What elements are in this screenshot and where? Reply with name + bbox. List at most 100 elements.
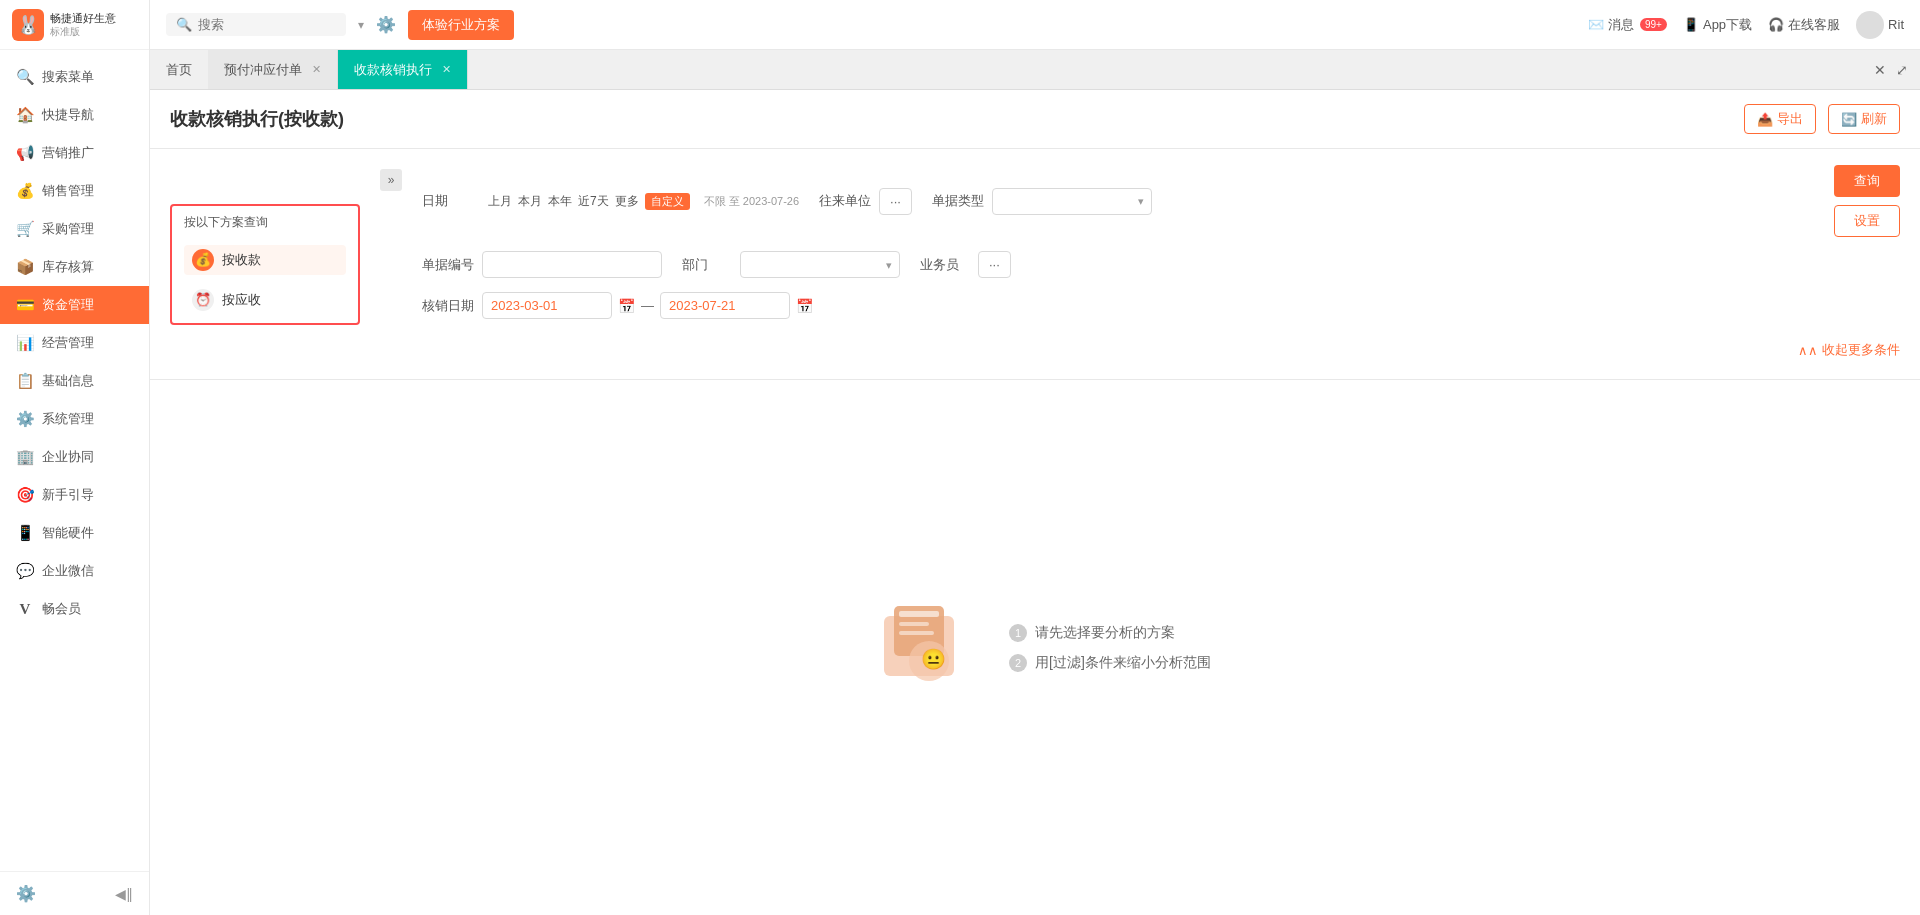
date-custom-tag: 自定义 [645, 193, 690, 210]
online-service-button[interactable]: 🎧 在线客服 [1768, 16, 1840, 34]
app-icon: 📱 [1683, 17, 1699, 32]
doc-number-input[interactable] [482, 251, 662, 278]
sidebar-item-operation[interactable]: 📊 经营管理 [0, 324, 149, 362]
verify-date-start-calendar-icon[interactable]: 📅 [618, 298, 635, 314]
collapse-more-button[interactable]: ∧∧ 收起更多条件 [422, 337, 1900, 363]
empty-step-1: 1 请先选择要分析的方案 [1009, 624, 1211, 642]
sidebar-item-enterprise[interactable]: 🏢 企业协同 [0, 438, 149, 476]
verify-date-label: 核销日期 [422, 297, 474, 315]
tab-bar: 首页 预付冲应付单 ✕ 收款核销执行 ✕ ✕ ⤢ [150, 50, 1920, 90]
page-title: 收款核销执行(按收款) [170, 107, 344, 131]
doc-type-field-group: 单据类型 [932, 188, 1152, 215]
user-name: Rit [1888, 17, 1904, 32]
verify-date-end-calendar-icon[interactable]: 📅 [796, 298, 813, 314]
date-more[interactable]: 更多 [615, 193, 639, 210]
step-2-num: 2 [1009, 654, 1027, 672]
logo-icon: 🐰 [12, 9, 44, 41]
search-chevron-icon: ▾ [358, 18, 364, 32]
by-receivable-label: 按应收 [222, 291, 261, 309]
salesperson-input[interactable]: ··· [978, 251, 1011, 278]
sidebar-item-guide[interactable]: 🎯 新手引导 [0, 476, 149, 514]
date-last-month[interactable]: 上月 [488, 193, 512, 210]
search-icon: 🔍 [176, 17, 192, 32]
date-shortcuts: 上月 本月 本年 近7天 更多 自定义 [488, 193, 690, 210]
member-icon: V [16, 601, 34, 618]
system-icon: ⚙️ [16, 410, 34, 428]
sidebar-item-sales[interactable]: 💰 销售管理 [0, 172, 149, 210]
sidebar-item-search-menu[interactable]: 🔍 搜索菜单 [0, 58, 149, 96]
hardware-icon: 📱 [16, 524, 34, 542]
tab-receipt-verify-label: 收款核销执行 [354, 61, 432, 79]
logo-text: 畅捷通好生意 标准版 [50, 11, 116, 38]
query-button[interactable]: 查询 [1834, 165, 1900, 197]
query-btn-area: 查询 设置 [1834, 165, 1900, 237]
service-icon: 🎧 [1768, 17, 1784, 32]
doc-type-select[interactable] [992, 188, 1152, 215]
tab-close-all-icon[interactable]: ✕ [1874, 62, 1886, 78]
page-title-row: 收款核销执行(按收款) 📤 导出 🔄 刷新 [170, 104, 1900, 134]
svg-rect-3 [899, 622, 929, 626]
step-2-text: 用[过滤]条件来缩小分析范围 [1035, 654, 1211, 672]
filter-collapse-button[interactable]: » [380, 169, 402, 191]
sidebar-item-funds[interactable]: 💳 资金管理 [0, 286, 149, 324]
date-note: 不限 至 2023-07-26 [704, 194, 799, 209]
verify-date-range: 📅 — 📅 [482, 292, 813, 319]
sidebar-nav: 🔍 搜索菜单 🏠 快捷导航 📢 营销推广 💰 销售管理 🛒 采购管理 📦 库存核… [0, 50, 149, 871]
counterparty-input[interactable]: ··· [879, 188, 912, 215]
app-download-button[interactable]: 📱 App下载 [1683, 16, 1752, 34]
export-button[interactable]: 📤 导出 [1744, 104, 1816, 134]
sidebar-item-inventory[interactable]: 📦 库存核算 [0, 248, 149, 286]
sidebar-item-purchase[interactable]: 🛒 采购管理 [0, 210, 149, 248]
search-menu-icon: 🔍 [16, 68, 34, 86]
verify-date-dash: — [641, 298, 654, 313]
sidebar-item-member[interactable]: V 畅会员 [0, 590, 149, 628]
tab-prepay-close-icon[interactable]: ✕ [312, 63, 321, 76]
department-select[interactable] [740, 251, 900, 278]
refresh-button[interactable]: 🔄 刷新 [1828, 104, 1900, 134]
filter-row-1: 按以下方案查询 💰 按收款 ⏰ 按应收 » [170, 165, 1900, 363]
tab-receipt-verify[interactable]: 收款核销执行 ✕ [338, 50, 468, 89]
page-content: 收款核销执行(按收款) 📤 导出 🔄 刷新 [150, 90, 1920, 915]
filter-section-title: 按以下方案查询 [184, 214, 346, 231]
sidebar-item-quick-nav[interactable]: 🏠 快捷导航 [0, 96, 149, 134]
tab-bar-right: ✕ ⤢ [1874, 50, 1920, 89]
main-content-wrapper: 收款核销执行(按收款) 📤 导出 🔄 刷新 [150, 90, 1920, 915]
doc-type-label: 单据类型 [932, 192, 984, 210]
sidebar-collapse-button[interactable]: ◀‖ [115, 886, 133, 902]
verify-date-start-input[interactable] [482, 292, 612, 319]
user-profile-button[interactable]: Rit [1856, 11, 1904, 39]
industry-solution-button[interactable]: 体验行业方案 [408, 10, 514, 40]
set-button[interactable]: 设置 [1834, 205, 1900, 237]
date-field-group: 日期 上月 本月 本年 近7天 更多 自定义 不限 至 2023-07-26 [422, 192, 799, 210]
tab-home[interactable]: 首页 [150, 50, 208, 89]
refresh-icon: 🔄 [1841, 112, 1857, 127]
sidebar-item-system[interactable]: ⚙️ 系统管理 [0, 400, 149, 438]
doc-number-field-group: 单据编号 [422, 251, 662, 278]
topbar-search-box[interactable]: 🔍 [166, 13, 346, 36]
message-icon: ✉️ [1588, 17, 1604, 32]
verify-date-end-input[interactable] [660, 292, 790, 319]
sidebar-item-wechat[interactable]: 💬 企业微信 [0, 552, 149, 590]
search-input[interactable] [198, 17, 328, 32]
svg-rect-2 [899, 611, 939, 617]
department-field-group: 部门 [682, 251, 900, 278]
filter-option-by-receivable[interactable]: ⏰ 按应收 [184, 285, 346, 315]
messages-button[interactable]: ✉️ 消息 99+ [1588, 16, 1667, 34]
doc-number-label: 单据编号 [422, 256, 474, 274]
sidebar-gear-button[interactable]: ⚙️ [16, 884, 36, 903]
sidebar-item-hardware[interactable]: 📱 智能硬件 [0, 514, 149, 552]
messages-badge: 99+ [1640, 18, 1667, 31]
step-1-text: 请先选择要分析的方案 [1035, 624, 1175, 642]
date-this-month[interactable]: 本月 [518, 193, 542, 210]
topbar-gear-icon[interactable]: ⚙️ [376, 15, 396, 34]
wechat-icon: 💬 [16, 562, 34, 580]
tab-expand-icon[interactable]: ⤢ [1896, 62, 1908, 78]
date-this-year[interactable]: 本年 [548, 193, 572, 210]
sidebar-item-basic[interactable]: 📋 基础信息 [0, 362, 149, 400]
marketing-icon: 📢 [16, 144, 34, 162]
date-last-7-days[interactable]: 近7天 [578, 193, 609, 210]
sidebar-item-marketing[interactable]: 📢 营销推广 [0, 134, 149, 172]
tab-receipt-verify-close-icon[interactable]: ✕ [442, 63, 451, 76]
tab-prepay[interactable]: 预付冲应付单 ✕ [208, 50, 338, 89]
filter-option-by-receipt[interactable]: 💰 按收款 [184, 245, 346, 275]
